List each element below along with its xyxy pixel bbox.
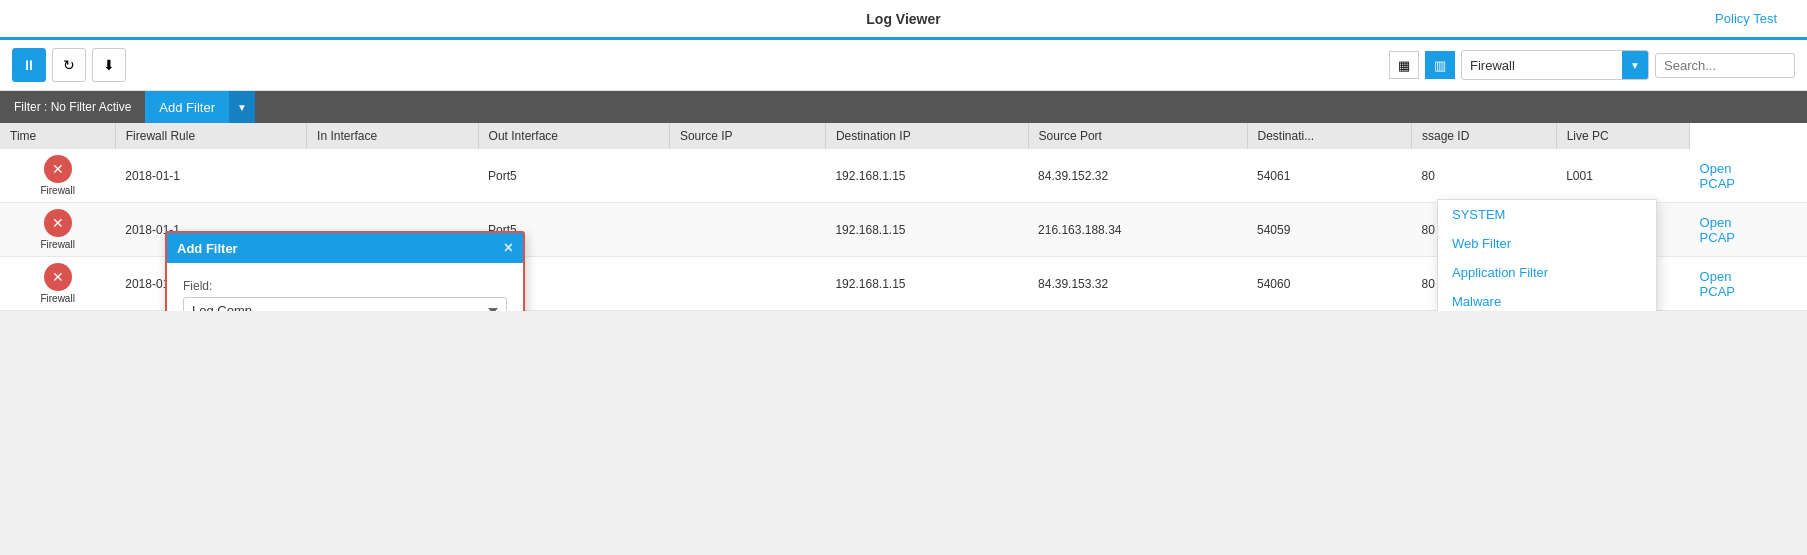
cell-src-port-0: 54061 bbox=[1247, 149, 1411, 203]
modal-title: Add Filter bbox=[177, 241, 238, 256]
log-table-container: Time Firewall Rule In Interface Out Inte… bbox=[0, 123, 1807, 311]
col-out-interface: Out Interface bbox=[478, 123, 669, 149]
cell-src-ip-0: 192.168.1.15 bbox=[825, 149, 1028, 203]
dropdown-item-application-filter[interactable]: Application Filter bbox=[1438, 258, 1656, 287]
cell-out-iface-2 bbox=[669, 257, 825, 311]
cell-live-pc-2[interactable]: OpenPCAP bbox=[1690, 257, 1807, 311]
col-in-interface: In Interface bbox=[307, 123, 479, 149]
col-destination: Destinati... bbox=[1247, 123, 1411, 149]
filter-status-label: Filter : No Filter Active bbox=[0, 100, 145, 114]
col-source-port: Source Port bbox=[1028, 123, 1247, 149]
firewall-label-2: Firewall bbox=[40, 293, 74, 304]
firewall-label-1: Firewall bbox=[40, 239, 74, 250]
col-time: Time bbox=[0, 123, 115, 149]
add-filter-container: Add Filter ▼ bbox=[145, 91, 255, 123]
modal-body: Field: Log CompSource IPDestination IPPo… bbox=[167, 263, 523, 311]
bar-view-button[interactable]: ▥ bbox=[1425, 51, 1455, 79]
firewall-icon-2: ✕ bbox=[44, 263, 72, 291]
pcap-link-0[interactable]: PCAP bbox=[1700, 176, 1797, 191]
cell-time-0: ✕ Firewall bbox=[0, 149, 115, 203]
add-filter-modal-overlay: Add Filter × Field: Log CompSource IPDes… bbox=[165, 231, 525, 311]
table-header-row: Time Firewall Rule In Interface Out Inte… bbox=[0, 123, 1807, 149]
cell-time-val-0: 2018-01-1 bbox=[115, 149, 306, 203]
toolbar: ⏸ ↻ ⬇ ▦ ▥ ▼ bbox=[0, 40, 1807, 91]
modal-header: Add Filter × bbox=[167, 233, 523, 263]
cell-src-port-2: 54060 bbox=[1247, 257, 1411, 311]
grid-view-button[interactable]: ▦ bbox=[1389, 51, 1419, 79]
refresh-icon: ↻ bbox=[63, 57, 75, 73]
page-title: Log Viewer bbox=[866, 11, 940, 27]
open-link-0[interactable]: Open bbox=[1700, 161, 1797, 176]
firewall-icon-0: ✕ bbox=[44, 155, 72, 183]
toolbar-right: ▦ ▥ ▼ bbox=[1389, 50, 1795, 80]
cell-out-iface-1 bbox=[669, 203, 825, 257]
policy-test-link[interactable]: Policy Test bbox=[1715, 11, 1807, 26]
col-message-id: ssage ID bbox=[1411, 123, 1556, 149]
filter-input[interactable] bbox=[1462, 54, 1622, 77]
cell-dst-ip-0: 84.39.152.32 bbox=[1028, 149, 1247, 203]
pcap-link-1[interactable]: PCAP bbox=[1700, 230, 1797, 245]
refresh-button[interactable]: ↻ bbox=[52, 48, 86, 82]
table-row: ✕ Firewall 2018-01-1 Port5 192.168.1.15 … bbox=[0, 149, 1807, 203]
modal-close-button[interactable]: × bbox=[504, 239, 513, 257]
cell-src-ip-2: 192.168.1.15 bbox=[825, 257, 1028, 311]
cell-src-port-1: 54059 bbox=[1247, 203, 1411, 257]
top-nav: Log Viewer Policy Test bbox=[0, 0, 1807, 40]
cell-fw-rule-0 bbox=[307, 149, 479, 203]
cell-dst-ip-2: 84.39.153.32 bbox=[1028, 257, 1247, 311]
add-filter-dropdown-arrow[interactable]: ▼ bbox=[229, 91, 255, 123]
pause-button[interactable]: ⏸ bbox=[12, 48, 46, 82]
field-label: Field: bbox=[183, 279, 507, 293]
pcap-link-2[interactable]: PCAP bbox=[1700, 284, 1797, 299]
download-icon: ⬇ bbox=[103, 57, 115, 73]
download-button[interactable]: ⬇ bbox=[92, 48, 126, 82]
dropdown-item-web-filter[interactable]: Web Filter bbox=[1438, 229, 1656, 258]
cell-msg-id-0: L001 bbox=[1556, 149, 1689, 203]
open-link-2[interactable]: Open bbox=[1700, 269, 1797, 284]
filter-type-dropdown: SYSTEMWeb FilterApplication FilterMalwar… bbox=[1437, 199, 1657, 311]
firewall-icon-1: ✕ bbox=[44, 209, 72, 237]
field-select[interactable]: Log CompSource IPDestination IPPortActio… bbox=[183, 297, 507, 311]
cell-dst-ip-1: 216.163.188.34 bbox=[1028, 203, 1247, 257]
col-firewall-rule: Firewall Rule bbox=[115, 123, 306, 149]
search-input[interactable] bbox=[1655, 53, 1795, 78]
pause-icon: ⏸ bbox=[22, 57, 36, 73]
dropdown-item-malware[interactable]: Malware bbox=[1438, 287, 1656, 311]
cell-dst-0: 80 bbox=[1411, 149, 1556, 203]
grid-icon: ▦ bbox=[1398, 58, 1410, 73]
col-destination-ip: Destination IP bbox=[825, 123, 1028, 149]
add-filter-modal: Add Filter × Field: Log CompSource IPDes… bbox=[165, 231, 525, 311]
cell-live-pc-0[interactable]: OpenPCAP bbox=[1690, 149, 1807, 203]
col-live-pc: Live PC bbox=[1556, 123, 1689, 149]
filter-dropdown[interactable]: ▼ bbox=[1461, 50, 1649, 80]
open-link-1[interactable]: Open bbox=[1700, 215, 1797, 230]
col-source-ip: Source IP bbox=[669, 123, 825, 149]
cell-out-iface-0 bbox=[669, 149, 825, 203]
firewall-label-0: Firewall bbox=[40, 185, 74, 196]
filter-dropdown-arrow[interactable]: ▼ bbox=[1622, 51, 1648, 79]
cell-time-1: ✕ Firewall bbox=[0, 203, 115, 257]
dropdown-item-system[interactable]: SYSTEM bbox=[1438, 200, 1656, 229]
cell-in-iface-0: Port5 bbox=[478, 149, 669, 203]
field-group: Field: Log CompSource IPDestination IPPo… bbox=[183, 279, 507, 311]
cell-live-pc-1[interactable]: OpenPCAP bbox=[1690, 203, 1807, 257]
filter-bar: Filter : No Filter Active Add Filter ▼ bbox=[0, 91, 1807, 123]
cell-src-ip-1: 192.168.1.15 bbox=[825, 203, 1028, 257]
add-filter-button[interactable]: Add Filter bbox=[145, 91, 229, 123]
bars-icon: ▥ bbox=[1434, 58, 1446, 73]
cell-time-2: ✕ Firewall bbox=[0, 257, 115, 311]
